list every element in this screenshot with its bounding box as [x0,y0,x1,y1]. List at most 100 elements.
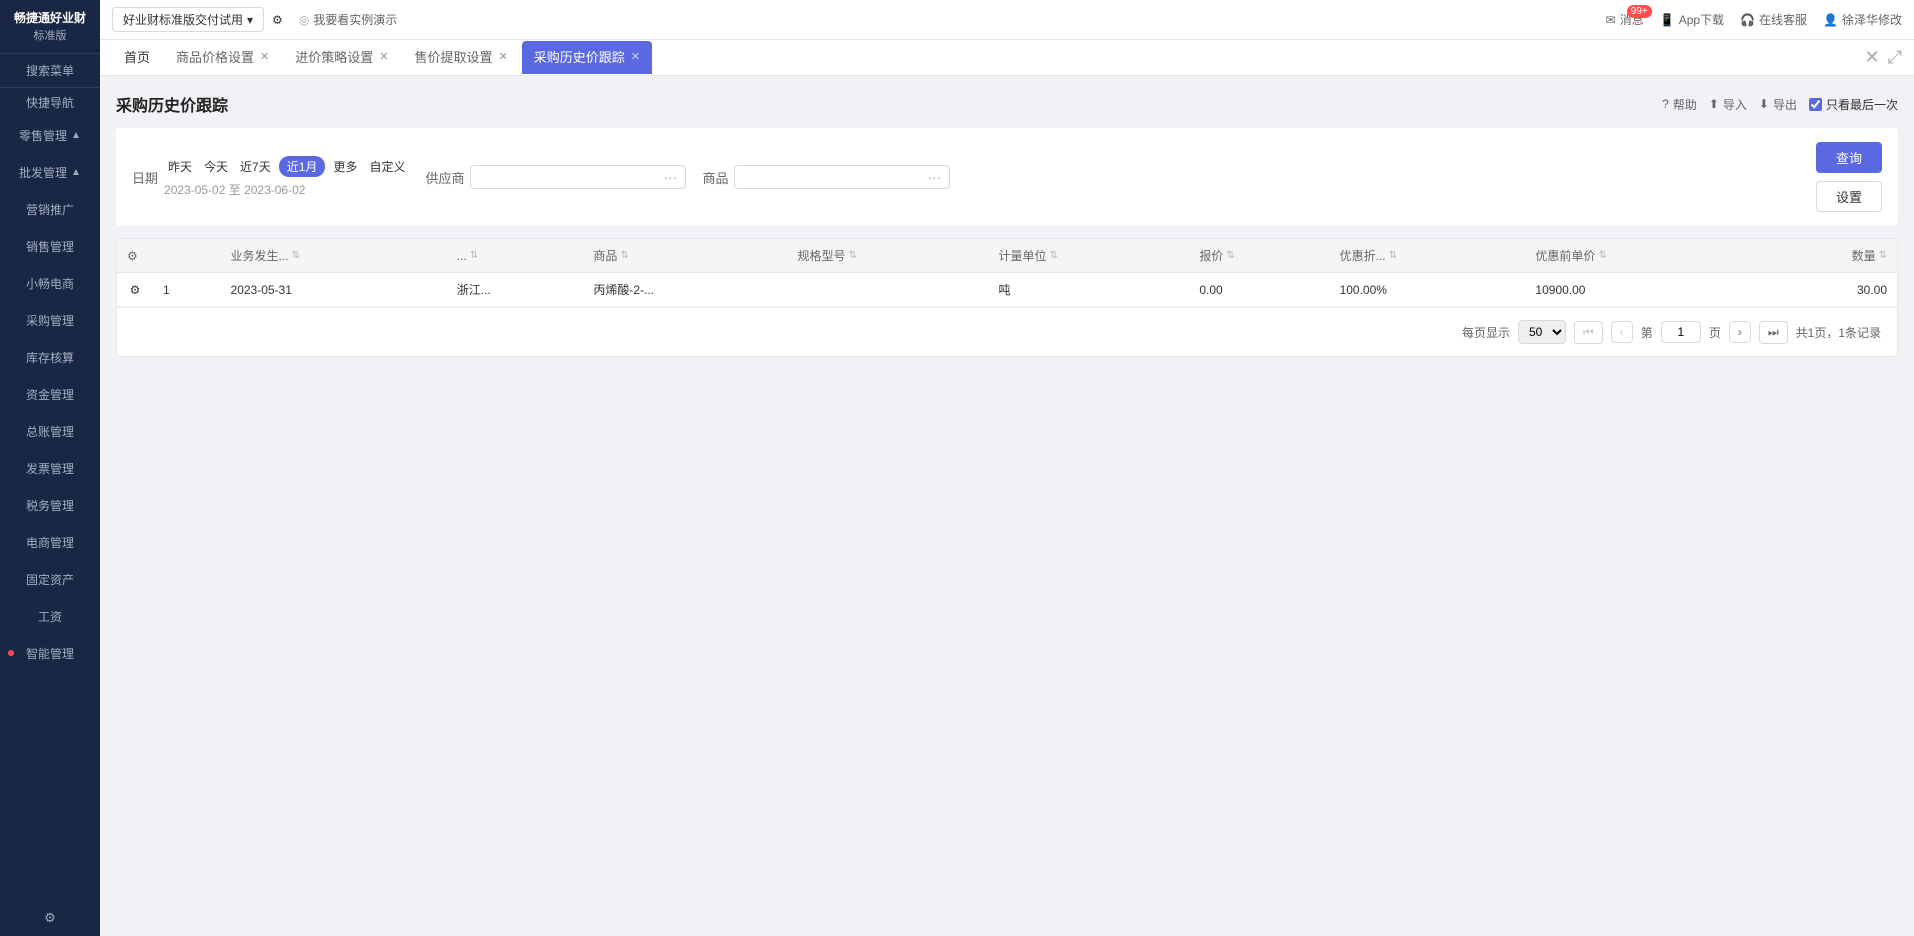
expand-icon[interactable]: ⤢ [1888,47,1902,68]
close-tab-icon[interactable]: ✕ [1865,47,1880,68]
date-btn-custom[interactable]: 自定义 [365,156,409,177]
date-btn-more[interactable]: 更多 [329,156,361,177]
row-extra: 浙江... [447,273,584,307]
help-button[interactable]: ? 帮助 [1662,96,1697,113]
service-button[interactable]: 🎧 在线客服 [1740,11,1807,28]
date-range-display: 2023-05-02 至 2023-06-02 [164,181,409,198]
page-content: 采购历史价跟踪 ? 帮助 ⬆ 导入 ⬇ 导出 只看最后一次 [100,76,1914,936]
supplier-input[interactable] [479,170,659,184]
app-download-button[interactable]: 📱 App下载 [1660,11,1724,28]
col-extra: ... ⇅ [447,239,584,273]
page-label: 第 [1641,324,1653,341]
date-filter: 日期 昨天 今天 近7天 近1月 更多 自定义 2023-05-02 至 202… [132,156,409,198]
col-sort-unit[interactable]: 计量单位 ⇅ [998,247,1057,264]
col-sort-qty[interactable]: 数量 ⇅ [1852,247,1887,264]
sidebar-item-inventory[interactable]: 库存核算 [0,339,100,376]
tab-controls: ✕ ⤢ [1865,47,1903,68]
message-button[interactable]: ✉ 消息 99+ [1606,11,1644,28]
tab-history[interactable]: 采购历史价跟踪 ✕ [522,41,652,74]
col-sort-discount[interactable]: 优惠折... ⇅ [1340,247,1397,264]
filter-action-btns: 查询 设置 [1816,142,1882,212]
tab-close-icon[interactable]: ✕ [260,50,269,63]
sidebar-item-label: 小畅电商 [26,275,74,292]
col-sort-price[interactable]: 优惠前单价 ⇅ [1535,247,1606,264]
data-table-wrap: ⚙ 业务发生... ⇅ ... ⇅ [116,238,1898,357]
sidebar-item-search[interactable]: 搜索菜单 [0,54,100,88]
import-button[interactable]: ⬆ 导入 [1709,96,1747,113]
sidebar-item-ledger[interactable]: 总账管理 [0,413,100,450]
date-btn-7days[interactable]: 近7天 [236,156,275,177]
first-page-button[interactable]: ⏮ [1574,321,1603,344]
tab-close-icon[interactable]: ✕ [499,50,508,63]
row-unit: 吨 [988,273,1189,307]
tab-sale-label: 售价提取设置 [414,47,492,66]
page-suffix: 页 [1709,324,1721,341]
row-discount: 100.00% [1330,273,1526,307]
table-row: ⚙ 1 2023-05-31 浙江... 丙烯酸-2-... 吨 0.00 10… [117,273,1897,307]
col-quote-label: 报价 [1199,247,1223,264]
topbar: 好业财标准版交付试用 ▾ ⚙ ◎ 我要看实例演示 ✉ 消息 99+ 📱 App下… [100,0,1914,40]
date-btn-yesterday[interactable]: 昨天 [164,156,196,177]
date-btn-1month[interactable]: 近1月 [279,156,326,177]
last-page-button[interactable]: ⏭ [1759,321,1788,344]
sidebar-item-purchase[interactable]: 采购管理 [0,302,100,339]
sidebar-item-sales[interactable]: 销售管理 [0,228,100,265]
last-only-checkbox[interactable] [1809,98,1822,111]
sidebar-item-label: 资金管理 [26,386,74,403]
col-sort-date[interactable]: 业务发生... ⇅ [231,247,300,264]
col-sort-spec[interactable]: 规格型号 ⇅ [798,247,857,264]
sidebar-item-quicknav[interactable]: 快捷导航 [0,88,100,117]
tab-close-icon[interactable]: ✕ [631,50,640,63]
col-sort-extra[interactable]: ... ⇅ [457,249,478,263]
tab-home[interactable]: 首页 [112,41,162,74]
col-goods-label: 商品 [593,247,617,264]
sidebar-settings-button[interactable]: ⚙ [0,900,100,936]
goods-more-icon[interactable]: ··· [927,169,941,185]
sidebar-item-finance[interactable]: 资金管理 [0,376,100,413]
tab-close-icon[interactable]: ✕ [379,50,388,63]
prev-page-button[interactable]: ‹ [1611,321,1633,343]
service-label: 在线客服 [1759,11,1807,28]
query-button[interactable]: 查询 [1816,142,1882,173]
tab-strategy[interactable]: 进价策略设置 ✕ [283,41,400,74]
supplier-more-icon[interactable]: ··· [663,169,677,185]
demo-button[interactable]: ◎ 我要看实例演示 [299,11,398,28]
date-btn-today[interactable]: 今天 [200,156,232,177]
user-profile-button[interactable]: 👤 徐泽华修改 [1823,11,1902,28]
sidebar-item-smart[interactable]: 智能管理 [0,635,100,672]
col-sort-goods[interactable]: 商品 ⇅ [593,247,628,264]
per-page-select[interactable]: 50 [1518,320,1566,344]
help-label: 帮助 [1673,96,1697,113]
last-only-checkbox-label[interactable]: 只看最后一次 [1809,96,1898,113]
sidebar-item-wholesale[interactable]: 批发管理 ▲ [0,154,100,191]
supplier-input-wrap: ··· [470,165,686,189]
page-input[interactable] [1661,321,1701,343]
tab-sale[interactable]: 售价提取设置 ✕ [402,41,519,74]
sidebar-item-assets[interactable]: 固定资产 [0,561,100,598]
settings-icon-btn[interactable]: ⚙ [272,13,283,27]
sidebar-item-ecom-small[interactable]: 小畅电商 [0,265,100,302]
col-sort-quote[interactable]: 报价 ⇅ [1199,247,1234,264]
logo-line1: 畅捷通好业财 [8,10,92,27]
export-button[interactable]: ⬇ 导出 [1759,96,1797,113]
col-price: 优惠前单价 ⇅ [1525,239,1756,273]
sidebar-item-marketing[interactable]: 营销推广 [0,191,100,228]
version-label: 好业财标准版交付试用 [123,11,243,28]
goods-input[interactable] [743,170,923,184]
sidebar-item-label: 工资 [38,608,62,625]
logo-line2: 标准版 [8,27,92,43]
column-settings-icon[interactable]: ⚙ [127,249,138,263]
version-selector[interactable]: 好业财标准版交付试用 ▾ [112,7,264,32]
sort-icon: ⇅ [1226,250,1234,261]
page-actions: ? 帮助 ⬆ 导入 ⬇ 导出 只看最后一次 [1662,96,1898,113]
sidebar-item-tax[interactable]: 税务管理 [0,487,100,524]
tab-price[interactable]: 商品价格设置 ✕ [164,41,281,74]
row-gear-icon[interactable]: ⚙ [117,273,153,307]
next-page-button[interactable]: › [1729,321,1751,343]
setting-button[interactable]: 设置 [1816,181,1882,212]
sidebar-item-salary[interactable]: 工资 [0,598,100,635]
sidebar-item-ecom[interactable]: 电商管理 [0,524,100,561]
sidebar-item-retail[interactable]: 零售管理 ▲ [0,117,100,154]
row-goods: 丙烯酸-2-... [583,273,787,307]
sidebar-item-invoice[interactable]: 发票管理 [0,450,100,487]
